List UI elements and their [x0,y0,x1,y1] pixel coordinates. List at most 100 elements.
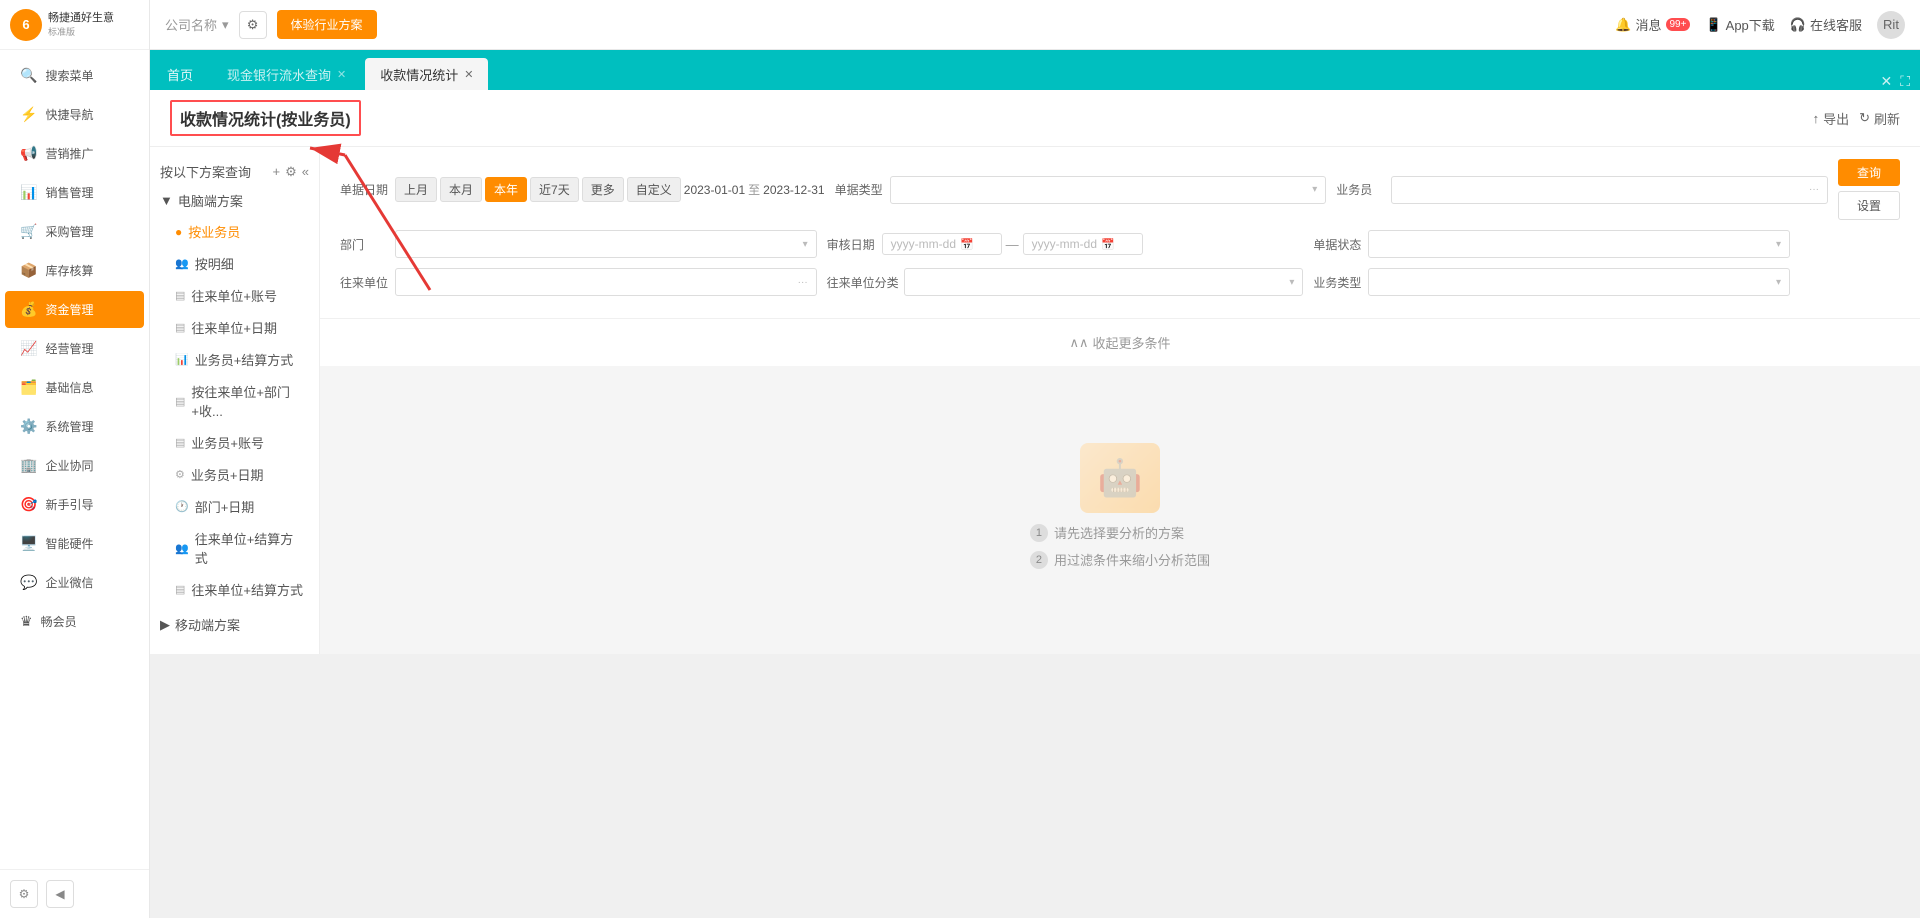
partner-control[interactable]: ··· [395,268,817,296]
hint-num-1: 1 [1030,524,1048,542]
sidebar-item-wechat[interactable]: 💬 企业微信 [5,564,144,601]
date-filter-group: 上月 本月 本年 近7天 更多 自定义 2023-01-01 至 2023-12… [395,177,825,202]
sidebar-item-inventory[interactable]: 📦 库存核算 [5,252,144,289]
tab-bar: 首页 现金银行流水查询 ✕ 收款情况统计 ✕ ✕ ⛶ [150,50,1920,90]
wechat-icon: 💬 [20,574,37,591]
trial-button[interactable]: 体验行业方案 [277,10,377,39]
dept-control[interactable]: ▾ [395,230,817,258]
hint-item-2: 2 用过滤条件来缩小分析范围 [1030,550,1210,569]
user-avatar[interactable]: Rit [1877,11,1905,39]
sidebar-item-basic-info[interactable]: 🗂️ 基础信息 [5,369,144,406]
mobile-group-arrow: ▶ [160,617,170,633]
sidebar-item-system[interactable]: ⚙️ 系统管理 [5,408,144,445]
gear-button[interactable]: ⚙ [239,11,267,39]
company-name: 公司名称 [165,15,217,34]
scheme-partner-dept-icon: ▤ [175,395,185,408]
tab-home[interactable]: 首页 [152,58,208,90]
headset-icon: 🎧 [1790,17,1806,33]
scheme-item-partner-dept-collect[interactable]: ▤ 按往来单位+部门+收... [155,376,314,426]
scheme-item-partner-settle2[interactable]: ▤ 往来单位+结算方式 [155,574,314,605]
sidebar-collapse-btn[interactable]: ◀ [46,880,74,908]
window-close-btn[interactable]: ✕ [1880,73,1892,90]
filter-section: 单据日期 上月 本月 本年 近7天 更多 自定义 2023-01-01 至 [320,147,1920,366]
export-btn[interactable]: ↑ 导出 [1813,109,1850,128]
empty-icon-area: 🤖 [1080,443,1160,513]
date-btn-this-year[interactable]: 本年 [485,177,527,202]
scheme-dept-date-icon: 🕐 [175,500,189,513]
scheme-item-salesman-account[interactable]: ▤ 业务员+账号 [155,427,314,458]
window-maximize-btn[interactable]: ⛶ [1900,73,1910,90]
salesman-more-icon: ··· [1809,184,1819,195]
logo-name: 畅捷通好生意 [48,11,114,25]
app-download-btn[interactable]: 📱 App下载 [1705,15,1774,34]
tab-close-collection-stats[interactable]: ✕ [464,68,473,81]
search-icon: 🔍 [20,67,37,84]
breadcrumb: 公司名称 ▾ [165,15,229,34]
desktop-group-title[interactable]: ▼ 电脑端方案 [150,186,319,215]
sidebar-item-finance[interactable]: 💰 资金管理 [5,291,144,328]
filter-actions: 查询 设置 [1838,159,1900,220]
salesman-field: 业务员 ··· [1336,176,1828,204]
scheme-item-partner-account[interactable]: ▤ 往来单位+账号 [155,280,314,311]
audit-date-start-input[interactable]: yyyy-mm-dd 📅 [882,233,1002,255]
date-btn-last-month[interactable]: 上月 [395,177,437,202]
top-header: 公司名称 ▾ ⚙ 体验行业方案 🔔 消息 99+ 📱 App下载 🎧 在线客服 … [150,0,1920,50]
scheme-item-partner-date[interactable]: ▤ 往来单位+日期 [155,312,314,343]
panel-collapse-icon[interactable]: « [302,164,309,180]
doc-status-control[interactable]: ▾ [1368,230,1790,258]
sidebar-item-search[interactable]: 🔍 搜索菜单 [5,57,144,94]
sidebar-settings-btn[interactable]: ⚙ [10,880,38,908]
salesman-control[interactable]: ··· [1391,176,1828,204]
tab-collection-stats[interactable]: 收款情况统计 ✕ [365,58,488,90]
empty-state-area: 🤖 1 请先选择要分析的方案 2 用过滤条件来缩小分析范围 [320,366,1920,654]
date-range-start: 2023-01-01 [684,183,745,197]
empty-box-icon: 🤖 [1098,457,1143,499]
sidebar-item-marketing[interactable]: 📢 营销推广 [5,135,144,172]
dept-field: 部门 ▾ [340,230,817,258]
tab-close-bank-flow[interactable]: ✕ [337,68,346,81]
partner-category-control[interactable]: ▾ [904,268,1304,296]
scheme-item-by-detail[interactable]: 👥 按明细 [155,248,314,279]
sidebar-item-quick-nav[interactable]: ⚡ 快捷导航 [5,96,144,133]
sidebar-item-sales[interactable]: 📊 销售管理 [5,174,144,211]
dropdown-arrow[interactable]: ▾ [222,17,229,33]
date-btn-custom[interactable]: 自定义 [627,177,681,202]
mobile-group-title[interactable]: ▶ 移动端方案 [150,610,319,639]
query-button[interactable]: 查询 [1838,159,1900,186]
biz-type-control[interactable]: ▾ [1368,268,1790,296]
online-service-btn[interactable]: 🎧 在线客服 [1790,15,1862,34]
scheme-item-dept-date[interactable]: 🕐 部门+日期 [155,491,314,522]
sidebar-item-operation[interactable]: 📈 经营管理 [5,330,144,367]
hint-item-1: 1 请先选择要分析的方案 [1030,523,1210,542]
doc-type-control[interactable]: ▾ [890,176,1327,204]
audit-date-end-input[interactable]: yyyy-mm-dd 📅 [1023,233,1143,255]
finance-icon: 💰 [20,301,37,318]
sidebar-item-member[interactable]: ♛ 畅会员 [5,603,144,640]
message-btn[interactable]: 🔔 消息 99+ [1615,15,1690,34]
doc-type-arrow: ▾ [1312,184,1317,195]
sidebar-item-corp[interactable]: 🏢 企业协同 [5,447,144,484]
tab-bank-flow[interactable]: 现金银行流水查询 ✕ [212,58,361,90]
date-btn-more[interactable]: 更多 [582,177,624,202]
scheme-item-salesman-date[interactable]: ⚙ 业务员+日期 [155,459,314,490]
refresh-btn[interactable]: ↻ 刷新 [1859,109,1900,128]
setting-button[interactable]: 设置 [1838,191,1900,220]
date-btn-this-month[interactable]: 本月 [440,177,482,202]
panel-settings-icon[interactable]: ⚙ [285,164,297,180]
panel-add-icon[interactable]: + [273,164,281,180]
scheme-item-salesman-settle[interactable]: 📊 业务员+结算方式 [155,344,314,375]
sidebar-item-purchase[interactable]: 🛒 采购管理 [5,213,144,250]
date-btn-7days[interactable]: 近7天 [530,177,579,202]
main-area: 公司名称 ▾ ⚙ 体验行业方案 🔔 消息 99+ 📱 App下载 🎧 在线客服 … [150,0,1920,918]
dept-label: 部门 [340,236,390,253]
window-buttons: ✕ ⛶ [1870,73,1920,90]
scheme-item-by-salesman[interactable]: ● 按业务员 [155,216,314,247]
sidebar-item-hardware[interactable]: 🖥️ 智能硬件 [5,525,144,562]
cal-icon-start: 📅 [960,238,974,251]
collapse-button[interactable]: ∧∧ 收起更多条件 [328,327,1912,358]
sidebar-item-label: 搜索菜单 [45,67,93,84]
scheme-item-partner-settle1[interactable]: 👥 往来单位+结算方式 [155,523,314,573]
salesman-label: 业务员 [1336,181,1386,198]
sidebar-item-guide[interactable]: 🎯 新手引导 [5,486,144,523]
right-area: 单据日期 上月 本月 本年 近7天 更多 自定义 2023-01-01 至 [320,147,1920,654]
